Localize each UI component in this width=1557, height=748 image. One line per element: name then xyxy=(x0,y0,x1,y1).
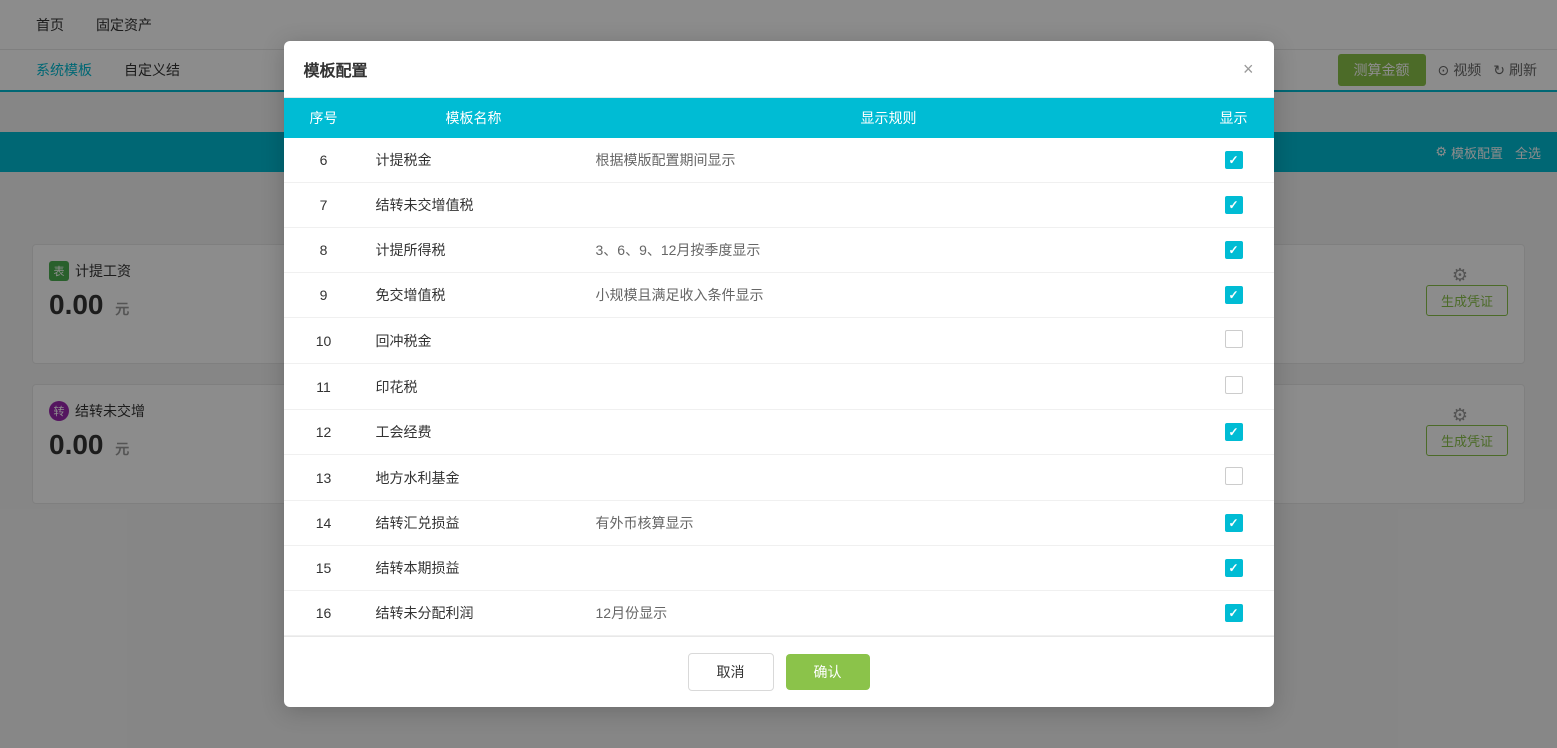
cell-checkbox[interactable] xyxy=(1194,455,1274,501)
checkbox-checked[interactable] xyxy=(1225,196,1243,214)
cell-checkbox[interactable] xyxy=(1194,318,1274,364)
table-row: 9免交增值税小规模且满足收入条件显示 xyxy=(284,273,1274,318)
modal-footer: 取消 确认 xyxy=(284,636,1274,707)
cell-id: 12 xyxy=(284,410,364,455)
cell-checkbox[interactable] xyxy=(1194,138,1274,183)
cell-rule xyxy=(584,318,1194,364)
checkbox-checked[interactable] xyxy=(1225,423,1243,441)
table-row: 8计提所得税3、6、9、12月按季度显示 xyxy=(284,228,1274,273)
table-row: 13地方水利基金 xyxy=(284,455,1274,501)
table-body: 6计提税金根据模版配置期间显示7结转未交增值税8计提所得税3、6、9、12月按季… xyxy=(284,138,1274,636)
checkbox-unchecked[interactable] xyxy=(1225,467,1243,485)
table-row: 14结转汇兑损益有外币核算显示 xyxy=(284,501,1274,546)
cell-checkbox[interactable] xyxy=(1194,591,1274,636)
cell-id: 15 xyxy=(284,546,364,591)
cell-checkbox[interactable] xyxy=(1194,501,1274,546)
cell-name: 计提税金 xyxy=(364,138,584,183)
cell-name: 工会经费 xyxy=(364,410,584,455)
modal-close-button[interactable]: × xyxy=(1243,60,1254,78)
cell-checkbox[interactable] xyxy=(1194,228,1274,273)
table-header-row: 序号 模板名称 显示规则 显示 xyxy=(284,98,1274,138)
table-row: 10回冲税金 xyxy=(284,318,1274,364)
cell-rule xyxy=(584,410,1194,455)
modal-template-config: 模板配置 × 序号 模板名称 显示规则 显示 6计提税金根据模版配置期间显示7结… xyxy=(284,41,1274,707)
checkbox-checked[interactable] xyxy=(1225,604,1243,622)
col-header-id: 序号 xyxy=(284,98,364,138)
checkbox-checked[interactable] xyxy=(1225,514,1243,532)
cell-checkbox[interactable] xyxy=(1194,546,1274,591)
confirm-button[interactable]: 确认 xyxy=(786,654,870,690)
cell-id: 9 xyxy=(284,273,364,318)
table-row: 15结转本期损益 xyxy=(284,546,1274,591)
modal-body: 序号 模板名称 显示规则 显示 6计提税金根据模版配置期间显示7结转未交增值税8… xyxy=(284,98,1274,636)
cell-id: 13 xyxy=(284,455,364,501)
cell-id: 14 xyxy=(284,501,364,546)
cell-rule: 小规模且满足收入条件显示 xyxy=(584,273,1194,318)
table-head: 序号 模板名称 显示规则 显示 xyxy=(284,98,1274,138)
checkbox-checked[interactable] xyxy=(1225,241,1243,259)
modal-header: 模板配置 × xyxy=(284,41,1274,98)
cell-rule: 有外币核算显示 xyxy=(584,501,1194,546)
checkbox-checked[interactable] xyxy=(1225,286,1243,304)
cell-name: 结转未分配利润 xyxy=(364,591,584,636)
cell-name: 印花税 xyxy=(364,364,584,410)
config-table: 序号 模板名称 显示规则 显示 6计提税金根据模版配置期间显示7结转未交增值税8… xyxy=(284,98,1274,636)
cell-name: 结转本期损益 xyxy=(364,546,584,591)
cell-id: 8 xyxy=(284,228,364,273)
cell-checkbox[interactable] xyxy=(1194,410,1274,455)
cell-name: 计提所得税 xyxy=(364,228,584,273)
cell-rule: 根据模版配置期间显示 xyxy=(584,138,1194,183)
cell-name: 结转未交增值税 xyxy=(364,183,584,228)
cell-id: 16 xyxy=(284,591,364,636)
cell-name: 回冲税金 xyxy=(364,318,584,364)
cell-id: 11 xyxy=(284,364,364,410)
table-row: 12工会经费 xyxy=(284,410,1274,455)
col-header-show: 显示 xyxy=(1194,98,1274,138)
cell-name: 结转汇兑损益 xyxy=(364,501,584,546)
table-row: 16结转未分配利润12月份显示 xyxy=(284,591,1274,636)
table-row: 11印花税 xyxy=(284,364,1274,410)
modal-overlay: 模板配置 × 序号 模板名称 显示规则 显示 6计提税金根据模版配置期间显示7结… xyxy=(0,0,1557,748)
cell-rule: 12月份显示 xyxy=(584,591,1194,636)
table-row: 6计提税金根据模版配置期间显示 xyxy=(284,138,1274,183)
cell-rule xyxy=(584,546,1194,591)
checkbox-unchecked[interactable] xyxy=(1225,330,1243,348)
cell-id: 6 xyxy=(284,138,364,183)
cell-id: 10 xyxy=(284,318,364,364)
col-header-name: 模板名称 xyxy=(364,98,584,138)
checkbox-checked[interactable] xyxy=(1225,151,1243,169)
cell-rule xyxy=(584,364,1194,410)
col-header-rule: 显示规则 xyxy=(584,98,1194,138)
cell-checkbox[interactable] xyxy=(1194,183,1274,228)
checkbox-checked[interactable] xyxy=(1225,559,1243,577)
table-row: 7结转未交增值税 xyxy=(284,183,1274,228)
cell-name: 免交增值税 xyxy=(364,273,584,318)
cell-checkbox[interactable] xyxy=(1194,364,1274,410)
cell-rule: 3、6、9、12月按季度显示 xyxy=(584,228,1194,273)
cell-checkbox[interactable] xyxy=(1194,273,1274,318)
modal-title: 模板配置 xyxy=(304,57,368,81)
cell-rule xyxy=(584,455,1194,501)
cell-id: 7 xyxy=(284,183,364,228)
cell-rule xyxy=(584,183,1194,228)
cell-name: 地方水利基金 xyxy=(364,455,584,501)
cancel-button[interactable]: 取消 xyxy=(688,653,774,691)
checkbox-unchecked[interactable] xyxy=(1225,376,1243,394)
